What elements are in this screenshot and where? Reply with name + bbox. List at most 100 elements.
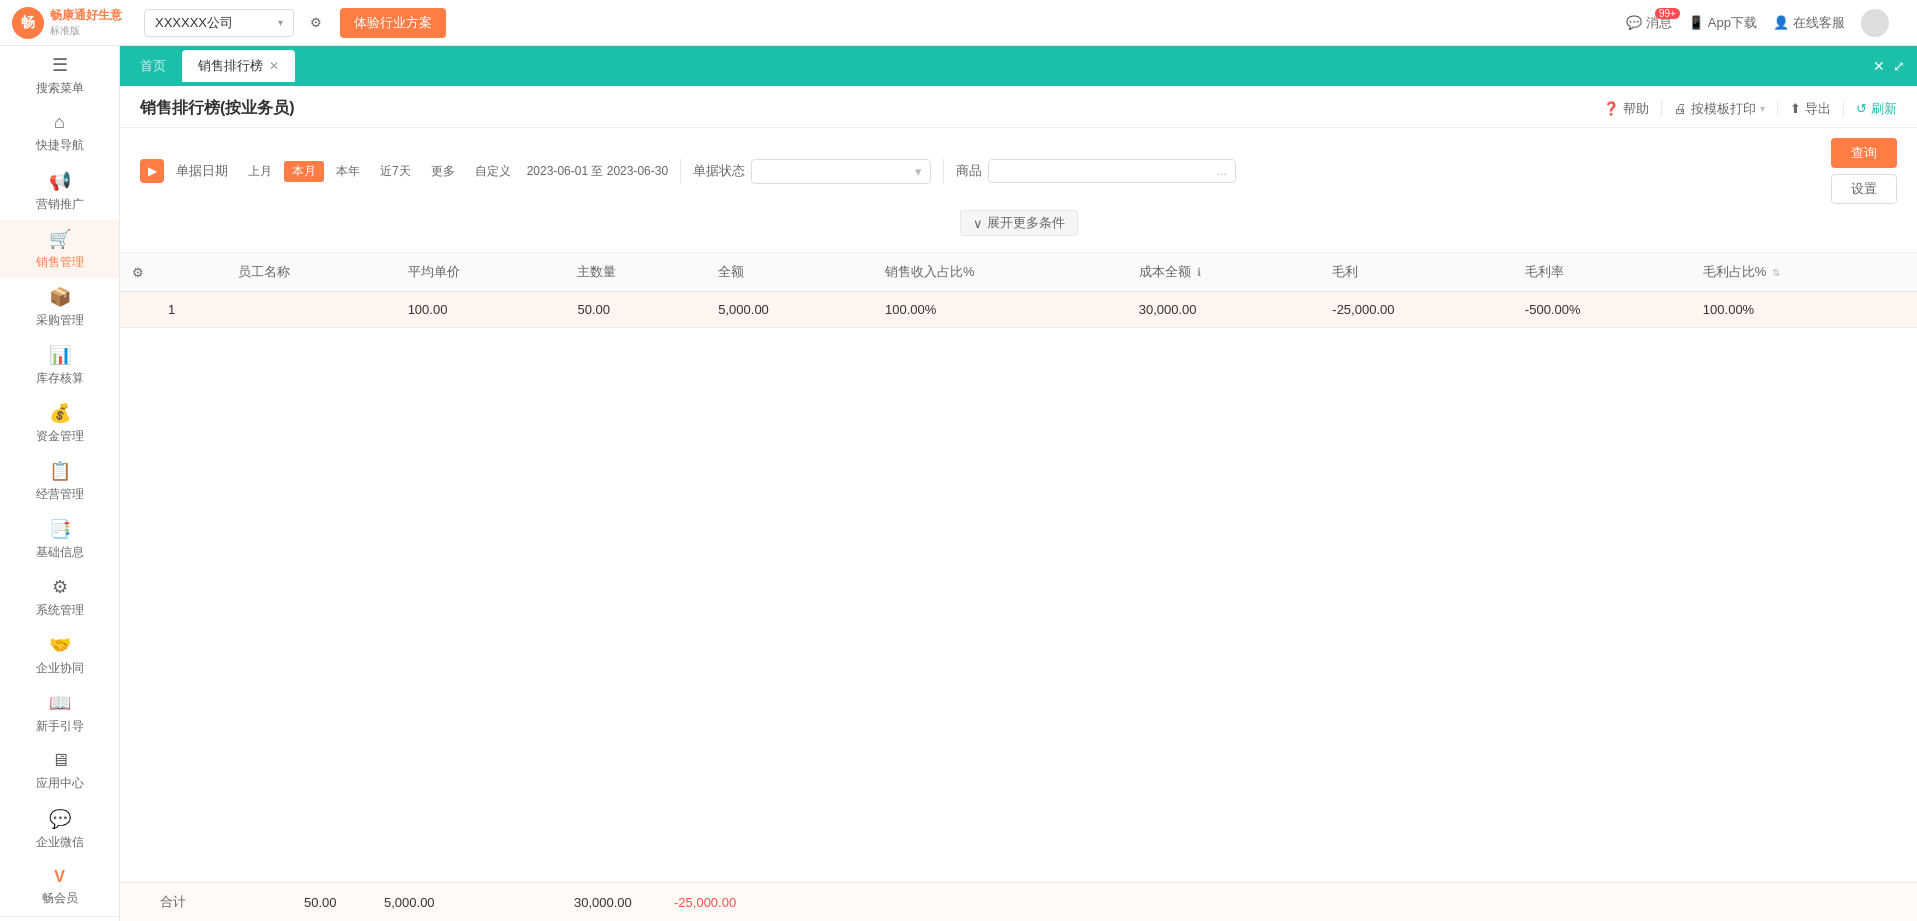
help-icon: ❓ [1603,101,1619,116]
sidebar-item-basic-info[interactable]: 📑 基础信息 [0,510,119,568]
sidebar-label-app-center: 应用中心 [36,775,84,792]
cell-avg-price: 100.00 [396,292,566,328]
sidebar-item-purchase[interactable]: 📦 采购管理 [0,278,119,336]
th-amount: 全额 [706,253,873,292]
date-opt-7days[interactable]: 近7天 [372,161,419,182]
footer-profit: -25,000.00 [662,895,762,910]
sidebar: ☰ 搜索菜单 ⌂ 快捷导航 📢 营销推广 🛒 销售管理 📦 采购管理 📊 库存核… [0,46,120,921]
sidebar-item-search-menu[interactable]: ☰ 搜索菜单 [0,46,119,104]
sidebar-item-member[interactable]: V 畅会员 [0,858,119,916]
date-range-display: 2023-06-01 至 2023-06-30 [527,163,668,180]
table-area: ⚙ 员工名称 平均单价 主数量 全额 销售收入占比% 成本全额 ℹ 毛利 毛利率… [120,253,1917,882]
th-profit: 毛利 [1320,253,1513,292]
divider-1 [1661,101,1662,117]
trial-button[interactable]: 体验行业方案 [340,8,446,38]
sidebar-item-management[interactable]: 📋 经营管理 [0,452,119,510]
avatar[interactable] [1861,9,1889,37]
cell-cost: 30,000.00 [1127,292,1321,328]
chevron-down-icon: ▾ [278,17,283,28]
filter-expand-arrow[interactable]: ▶ [140,159,164,183]
export-button[interactable]: ⬆ 导出 [1790,100,1831,118]
cell-profit: -25,000.00 [1320,292,1513,328]
print-label: 按模板打印 [1691,100,1756,118]
company-selector[interactable]: XXXXXX公司 ▾ [144,9,294,37]
sales-icon: 🛒 [49,228,71,250]
logo-sub: 标准版 [50,24,122,38]
expand-row: ∨ 展开更多条件 [140,204,1897,242]
goods-more-icon[interactable]: ... [1217,164,1227,178]
refresh-label: 刷新 [1871,100,1897,118]
date-opt-more[interactable]: 更多 [423,161,463,182]
message-button[interactable]: 💬 消息 99+ [1626,14,1672,32]
top-right: 💬 消息 99+ 📱 App下载 👤 在线客服 [1626,9,1905,37]
sidebar-item-enterprise[interactable]: 🤝 企业协同 [0,626,119,684]
purchase-icon: 📦 [49,286,71,308]
member-icon: V [54,868,65,886]
settings-icon[interactable]: ⚙ [302,9,330,37]
tab-bar: 首页 销售排行榜 ✕ ✕ ⤢ [120,46,1917,86]
cost-info-icon[interactable]: ℹ [1197,266,1201,278]
sidebar-item-guide[interactable]: 📖 新手引导 [0,684,119,742]
settings-button[interactable]: 设置 [1831,174,1897,204]
close-window-icon[interactable]: ✕ [1873,58,1885,74]
sort-icon[interactable]: ⇅ [1772,267,1780,278]
tab-close-icon[interactable]: ✕ [269,59,279,73]
date-options: 上月 本月 本年 近7天 更多 自定义 2023-06-01 至 2023-06… [240,161,668,182]
date-opt-last-month[interactable]: 上月 [240,161,280,182]
refresh-button[interactable]: ↺ 刷新 [1856,100,1897,118]
active-tab-label: 销售排行榜 [198,57,263,75]
cell-rank: 1 [156,292,226,328]
sidebar-label-finance: 资金管理 [36,428,84,445]
footer-cells: 50.00 5,000.00 30,000.00 -25,000.00 [212,895,1905,910]
logo-area: 畅 畅康通好生意 标准版 [12,7,132,39]
sidebar-item-finance[interactable]: 💰 资金管理 [0,394,119,452]
content-area: 首页 销售排行榜 ✕ ✕ ⤢ 销售排行榜(按业务员) ❓ 帮助 [120,46,1917,921]
main-layout: ☰ 搜索菜单 ⌂ 快捷导航 📢 营销推广 🛒 销售管理 📦 采购管理 📊 库存核… [0,46,1917,921]
sidebar-label-quick-nav: 快捷导航 [36,137,84,154]
filter-sep-2 [943,159,944,183]
sidebar-label-marketing: 营销推广 [36,196,84,213]
help-label: 帮助 [1623,100,1649,118]
expand-more-button[interactable]: ∨ 展开更多条件 [960,210,1078,236]
footer-avg-price [212,895,292,910]
tab-home[interactable]: 首页 [124,50,182,82]
sidebar-item-system[interactable]: ⚙ 系统管理 [0,568,119,626]
online-service-button[interactable]: 👤 在线客服 [1773,14,1845,32]
help-button[interactable]: ❓ 帮助 [1603,100,1649,118]
quick-nav-icon: ⌂ [54,112,65,133]
sidebar-item-weixin[interactable]: 💬 企业微信 [0,800,119,858]
date-opt-this-month[interactable]: 本月 [284,161,324,182]
date-opt-this-year[interactable]: 本年 [328,161,368,182]
app-download-button[interactable]: 📱 App下载 [1688,14,1757,32]
sidebar-item-marketing[interactable]: 📢 营销推广 [0,162,119,220]
marketing-icon: 📢 [49,170,71,192]
th-name: 员工名称 [226,253,396,292]
filter-area: ▶ 单据日期 上月 本月 本年 近7天 更多 自定义 2023-06-01 至 … [120,128,1917,253]
sidebar-item-inventory[interactable]: 📊 库存核算 [0,336,119,394]
status-filter-label: 单据状态 [693,162,745,180]
tab-sales-ranking[interactable]: 销售排行榜 ✕ [182,50,295,82]
refresh-icon: ↺ [1856,101,1867,116]
maximize-window-icon[interactable]: ⤢ [1893,58,1905,74]
page-content: 销售排行榜(按业务员) ❓ 帮助 🖨 按模板打印 ▾ ⬆ [120,86,1917,921]
expand-label: 展开更多条件 [987,214,1065,232]
query-button[interactable]: 查询 [1831,138,1897,168]
goods-select-box[interactable]: ... [988,159,1236,183]
footer-sales-pct [462,895,562,910]
goods-filter-label: 商品 [956,162,982,180]
page-actions: ❓ 帮助 🖨 按模板打印 ▾ ⬆ 导出 [1603,100,1897,118]
table-body: 1 100.00 50.00 5,000.00 100.00% 30,000.0… [120,292,1917,328]
sidebar-item-quick-nav[interactable]: ⌂ 快捷导航 [0,104,119,162]
status-select-box[interactable]: ▾ [751,159,931,184]
footer-label: 合计 [132,893,212,911]
cell-profit-pct: 100.00% [1691,292,1917,328]
export-icon: ⬆ [1790,101,1801,116]
table-footer: 合计 50.00 5,000.00 30,000.00 -25,000.00 [120,882,1917,921]
th-profit-rate: 毛利率 [1513,253,1691,292]
print-button[interactable]: 🖨 按模板打印 ▾ [1674,100,1765,118]
page-header: 销售排行榜(按业务员) ❓ 帮助 🖨 按模板打印 ▾ ⬆ [120,86,1917,128]
service-label: 在线客服 [1793,14,1845,32]
date-opt-custom[interactable]: 自定义 [467,161,519,182]
sidebar-item-sales[interactable]: 🛒 销售管理 [0,220,119,278]
sidebar-item-app-center[interactable]: 🖥 应用中心 [0,742,119,800]
